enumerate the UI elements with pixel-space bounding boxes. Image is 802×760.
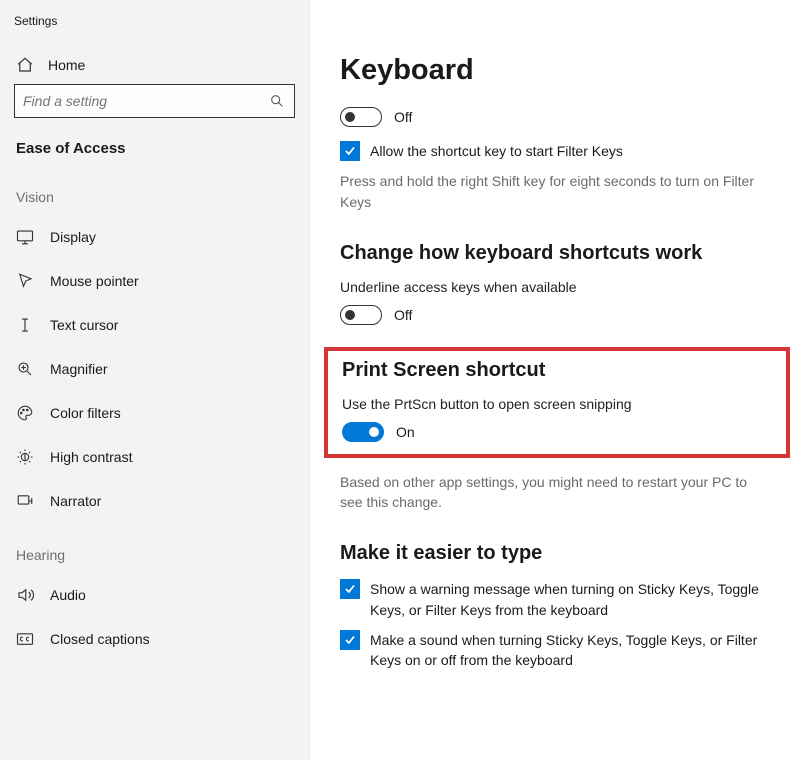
sidebar-item-color-filters[interactable]: Color filters [0,391,309,435]
sidebar-item-display[interactable]: Display [0,215,309,259]
make-sound-checkbox[interactable] [340,630,360,650]
search-icon [268,92,286,110]
audio-icon [16,586,34,604]
contrast-icon [16,448,34,466]
display-icon [16,228,34,246]
filter-keys-shortcut-label: Allow the shortcut key to start Filter K… [370,141,623,161]
warning-message-checkbox[interactable] [340,579,360,599]
sidebar-item-magnifier[interactable]: Magnifier [0,347,309,391]
section-easier-type-title: Make it easier to type [340,542,772,565]
sidebar-item-label: Display [50,229,96,245]
home-label: Home [48,57,85,73]
filter-keys-desc: Press and hold the right Shift key for e… [340,171,772,212]
home-icon [16,56,34,74]
sidebar-item-label: Text cursor [50,317,118,333]
sidebar-item-high-contrast[interactable]: High contrast [0,435,309,479]
make-sound-label: Make a sound when turning Sticky Keys, T… [370,630,772,671]
main-content: Keyboard Off Allow the shortcut key to s… [310,0,802,760]
app-title: Settings [0,10,309,46]
sidebar-item-label: Closed captions [50,631,150,647]
filter-keys-shortcut-checkbox[interactable] [340,141,360,161]
prtscn-toggle[interactable] [342,422,384,442]
sidebar-item-text-cursor[interactable]: Text cursor [0,303,309,347]
sidebar-item-narrator[interactable]: Narrator [0,479,309,523]
section-title: Ease of Access [0,136,309,179]
pointer-icon [16,272,34,290]
sidebar-item-mouse-pointer[interactable]: Mouse pointer [0,259,309,303]
page-title: Keyboard [340,54,772,87]
sidebar-item-label: Narrator [50,493,101,509]
keyboard-toggle[interactable] [340,107,382,127]
cc-icon [16,630,34,648]
search-input[interactable] [23,93,268,109]
section-shortcuts-title: Change how keyboard shortcuts work [340,242,772,265]
sidebar-item-closed-captions[interactable]: Closed captions [0,617,309,661]
sidebar-item-label: Magnifier [50,361,108,377]
group-label-hearing: Hearing [0,537,309,573]
palette-icon [16,404,34,422]
prtscn-state: On [396,424,415,440]
sidebar-item-label: Color filters [50,405,121,421]
underline-access-label: Underline access keys when available [340,279,772,295]
group-label-vision: Vision [0,179,309,215]
sidebar-item-audio[interactable]: Audio [0,573,309,617]
prtscn-label: Use the PrtScn button to open screen sni… [342,396,772,412]
prtscn-note: Based on other app settings, you might n… [340,472,772,513]
narrator-icon [16,492,34,510]
text-cursor-icon [16,316,34,334]
sidebar-item-label: Audio [50,587,86,603]
keyboard-toggle-state: Off [394,109,412,125]
sidebar-item-label: High contrast [50,449,132,465]
highlight-box: Print Screen shortcut Use the PrtScn but… [324,347,790,458]
underline-access-toggle[interactable] [340,305,382,325]
magnifier-icon [16,360,34,378]
sidebar-item-label: Mouse pointer [50,273,139,289]
warning-message-label: Show a warning message when turning on S… [370,579,772,620]
search-box[interactable] [14,84,295,118]
sidebar: Settings Home Ease of Access Vision Disp… [0,0,310,760]
section-prtscn-title: Print Screen shortcut [342,359,772,382]
home-link[interactable]: Home [0,46,309,84]
underline-access-state: Off [394,307,412,323]
